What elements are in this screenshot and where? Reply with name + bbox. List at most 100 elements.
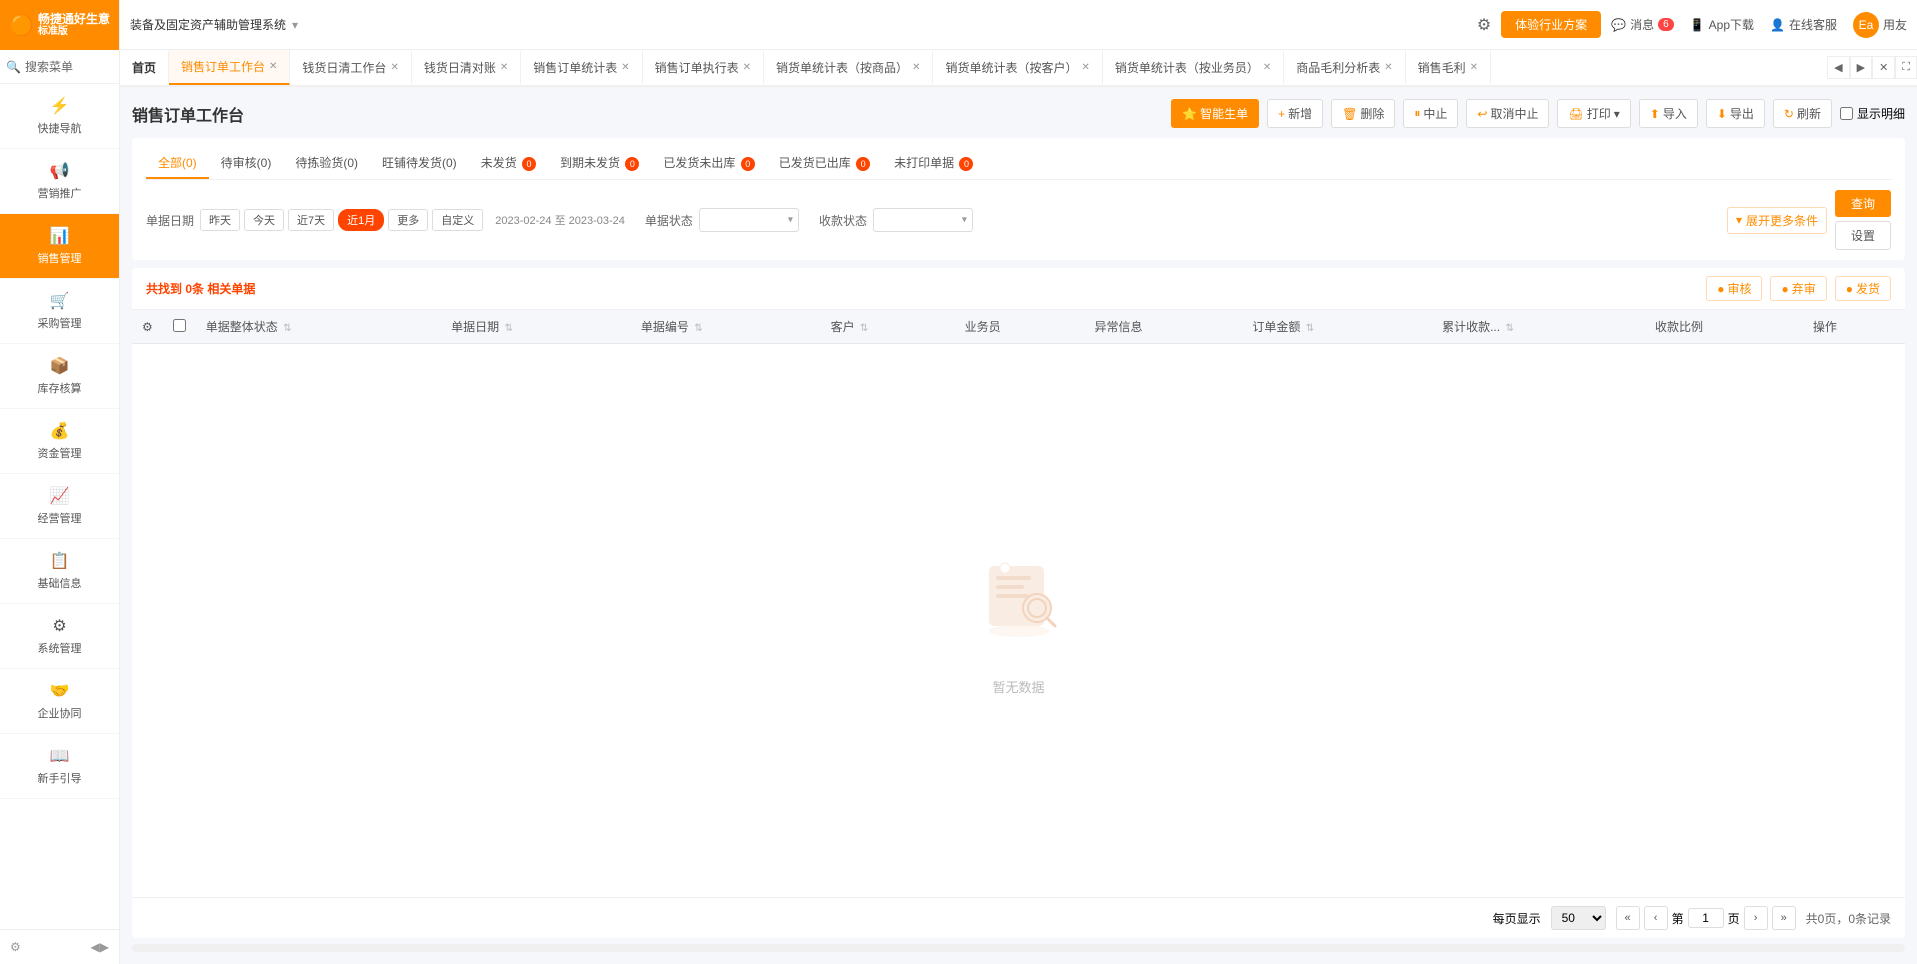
- last-page-btn[interactable]: »: [1772, 906, 1796, 930]
- sidebar-item-basic-info[interactable]: 📋 基础信息: [0, 539, 119, 604]
- date-btn-7days[interactable]: 近7天: [288, 209, 334, 231]
- smart-create-button[interactable]: ⭐ 智能生单: [1171, 99, 1259, 128]
- select-all-checkbox[interactable]: [173, 319, 186, 332]
- filter-tab-unprinted[interactable]: 未打印单据 0: [882, 148, 985, 179]
- sidebar-item-finance[interactable]: 💰 资金管理: [0, 409, 119, 474]
- tab-fullscreen[interactable]: ⛶: [1895, 56, 1917, 79]
- date-btn-yesterday[interactable]: 昨天: [200, 209, 240, 231]
- sidebar-item-guide[interactable]: 📖 新手引导: [0, 734, 119, 799]
- tab-cash-reconcile[interactable]: 钱货日清对账 ✕: [412, 51, 521, 84]
- prev-page-btn[interactable]: ‹: [1644, 906, 1668, 930]
- tab-scroll-left[interactable]: ◀: [1827, 56, 1849, 79]
- next-page-btn[interactable]: ›: [1744, 906, 1768, 930]
- filter-tab-all[interactable]: 全部(0): [146, 148, 209, 179]
- collapse-icon[interactable]: ◀▶: [91, 940, 109, 954]
- tab-margin-analysis[interactable]: 商品毛利分析表 ✕: [1284, 51, 1405, 84]
- filter-tab-shipped-not-out[interactable]: 已发货未出库 0: [651, 148, 766, 179]
- sort-icon-6[interactable]: ⇅: [1306, 323, 1314, 334]
- sidebar-item-search[interactable]: 🔍 搜索菜单: [0, 50, 119, 84]
- tab-sales-exec[interactable]: 销售订单执行表 ✕: [643, 51, 764, 84]
- tab-cash-daily-close[interactable]: ✕: [390, 62, 398, 73]
- tab-home[interactable]: 首页: [120, 51, 169, 84]
- settings-bottom-icon[interactable]: ⚙: [10, 940, 21, 954]
- tab-cash-daily[interactable]: 钱货日清工作台 ✕: [290, 51, 411, 84]
- tab-goods-stats-product-close[interactable]: ✕: [912, 62, 920, 73]
- tab-sales-stats-close[interactable]: ✕: [621, 62, 629, 73]
- tab-goods-stats-customer-close[interactable]: ✕: [1081, 62, 1089, 73]
- user-menu[interactable]: Ea 用友: [1853, 12, 1907, 38]
- cancel-pause-button[interactable]: ↩ 取消中止: [1466, 99, 1549, 128]
- import-button[interactable]: ⬆ 导入: [1639, 99, 1698, 128]
- tab-sales-margin[interactable]: 销售毛利 ✕: [1406, 51, 1491, 84]
- industry-solution-button[interactable]: 体验行业方案: [1501, 11, 1601, 38]
- delete-button[interactable]: 🗑 删除: [1331, 99, 1395, 128]
- sidebar: 🟠 畅捷通好生意 标准版 🔍 搜索菜单 ⚡ 快捷导航 📢 营销推广 📊 销售管理…: [0, 0, 120, 964]
- online-service-action[interactable]: 👤 在线客服: [1770, 16, 1837, 33]
- sidebar-item-inventory[interactable]: 📦 库存核算: [0, 344, 119, 409]
- export-button[interactable]: ⬇ 导出: [1706, 99, 1765, 128]
- tab-close-all[interactable]: ✕: [1872, 56, 1895, 79]
- date-btn-today[interactable]: 今天: [244, 209, 284, 231]
- column-settings-icon[interactable]: ⚙: [142, 320, 153, 334]
- sort-icon-2[interactable]: ⇅: [694, 323, 702, 334]
- sidebar-item-purchase[interactable]: 🛒 采购管理: [0, 279, 119, 344]
- page-size-select[interactable]: 50 100 200: [1551, 906, 1606, 930]
- audit-button[interactable]: ● 审核: [1706, 276, 1762, 301]
- filter-tab-pending-inspect[interactable]: 待拣验货(0): [283, 148, 370, 179]
- show-detail-toggle[interactable]: 显示明细: [1840, 105, 1905, 122]
- ship-button[interactable]: ● 发货: [1835, 276, 1891, 301]
- tab-goods-stats-staff-close[interactable]: ✕: [1263, 62, 1271, 73]
- tab-sales-workbench-close[interactable]: ✕: [269, 61, 277, 72]
- messages-action[interactable]: 💬 消息 6: [1611, 16, 1674, 33]
- filter-tab-overdue-unshipped[interactable]: 到期未发货 0: [548, 148, 651, 179]
- sidebar-item-system[interactable]: ⚙ 系统管理: [0, 604, 119, 669]
- query-button[interactable]: 查询: [1835, 190, 1891, 217]
- purchase-label: 采购管理: [38, 315, 82, 331]
- tab-goods-stats-staff[interactable]: 销货单统计表（按业务员） ✕: [1103, 51, 1284, 84]
- sort-icon-7[interactable]: ⇅: [1505, 323, 1513, 334]
- print-button[interactable]: 🖨 打印 ▾: [1557, 99, 1630, 128]
- filter-tab-wangpu-ship[interactable]: 旺铺待发货(0): [370, 148, 469, 179]
- tab-margin-analysis-close[interactable]: ✕: [1384, 62, 1392, 73]
- sidebar-item-quicknav[interactable]: ⚡ 快捷导航: [0, 84, 119, 149]
- date-btn-custom[interactable]: 自定义: [432, 209, 483, 231]
- pause-button[interactable]: ⏸ 中止: [1403, 99, 1458, 128]
- filter-payment: 收款状态: [819, 208, 973, 232]
- tab-sales-stats[interactable]: 销售订单统计表 ✕: [521, 51, 642, 84]
- current-page-input[interactable]: [1688, 908, 1724, 928]
- tab-goods-stats-product[interactable]: 销货单统计表（按商品） ✕: [764, 51, 933, 84]
- expand-conditions-button[interactable]: ▾ 展开更多条件: [1727, 207, 1827, 234]
- status-select[interactable]: [699, 208, 799, 232]
- date-btn-1month[interactable]: 近1月: [338, 209, 384, 231]
- message-badge: 6: [1658, 18, 1674, 31]
- setting-button[interactable]: 设置: [1835, 221, 1891, 250]
- filter-tab-pending-audit[interactable]: 待审核(0): [209, 148, 284, 179]
- horizontal-scrollbar[interactable]: [132, 944, 1905, 952]
- payment-select[interactable]: [873, 208, 973, 232]
- sort-icon-1[interactable]: ⇅: [505, 323, 513, 334]
- sort-icon-3[interactable]: ⇅: [860, 323, 868, 334]
- tab-goods-stats-customer[interactable]: 销货单统计表（按客户） ✕: [933, 51, 1102, 84]
- add-button[interactable]: + 新增: [1267, 99, 1323, 128]
- tab-sales-workbench[interactable]: 销售订单工作台 ✕: [169, 50, 290, 85]
- sidebar-item-marketing[interactable]: 📢 营销推广: [0, 149, 119, 214]
- settings-gear-icon[interactable]: ⚙: [1477, 15, 1491, 35]
- sidebar-item-management[interactable]: 📈 经营管理: [0, 474, 119, 539]
- show-detail-checkbox[interactable]: [1840, 107, 1853, 120]
- first-page-btn[interactable]: «: [1616, 906, 1640, 930]
- filter-tab-shipped-out[interactable]: 已发货已出库 0: [767, 148, 882, 179]
- tab-cash-reconcile-close[interactable]: ✕: [500, 62, 508, 73]
- module-arrow-icon[interactable]: ▾: [292, 18, 298, 32]
- app-download-action[interactable]: 📱 App下载: [1690, 16, 1754, 33]
- refresh-button[interactable]: ↻ 刷新: [1773, 99, 1832, 128]
- sort-icon-0[interactable]: ⇅: [283, 323, 291, 334]
- sidebar-item-enterprise[interactable]: 🤝 企业协同: [0, 669, 119, 734]
- sidebar-item-sales[interactable]: 📊 销售管理: [0, 214, 119, 279]
- tab-sales-margin-close[interactable]: ✕: [1470, 62, 1478, 73]
- cancel-audit-button[interactable]: ● 弃审: [1770, 276, 1826, 301]
- date-btn-more[interactable]: 更多: [388, 209, 428, 231]
- filter-tab-unshipped[interactable]: 未发货 0: [469, 148, 548, 179]
- table-scroll[interactable]: ⚙ 单据整体状态 ⇅ 单据日期 ⇅: [132, 310, 1905, 344]
- tab-scroll-right[interactable]: ▶: [1850, 56, 1872, 79]
- tab-sales-exec-close[interactable]: ✕: [743, 62, 751, 73]
